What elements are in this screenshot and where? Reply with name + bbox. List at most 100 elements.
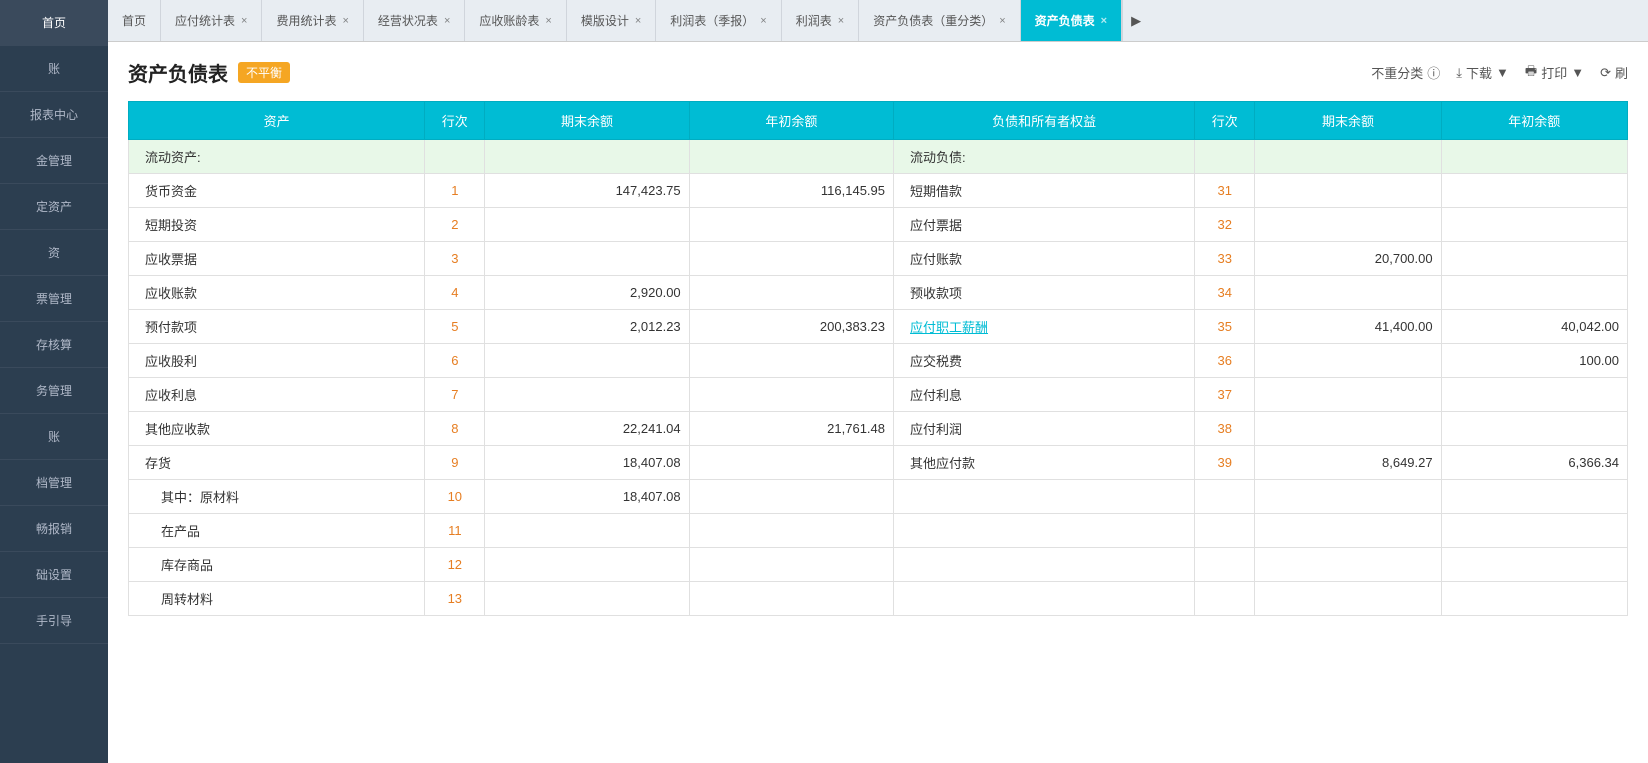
sidebar-item-fixed-assets[interactable]: 定资产	[0, 184, 108, 230]
cell-end-balance: 2,920.00	[485, 276, 689, 310]
cell-end-balance2	[1255, 344, 1441, 378]
cell-liability-name	[894, 514, 1195, 548]
refresh-icon: ⟳	[1600, 65, 1611, 81]
cell-end-balance: 22,241.04	[485, 412, 689, 446]
cell-year-start: 116,145.95	[689, 174, 893, 208]
sidebar: 首页 账 报表中心 金管理 定资产 资 票管理 存核算 务管理 账 档管理 畅报…	[0, 0, 108, 763]
tab-profit-quarterly[interactable]: 利润表（季报） ×	[656, 0, 781, 42]
cell-year-start	[689, 548, 893, 582]
sidebar-item-file-mgmt[interactable]: 档管理	[0, 460, 108, 506]
close-icon[interactable]: ×	[545, 15, 551, 27]
sidebar-item-settings[interactable]: 础设置	[0, 552, 108, 598]
cell-row-num2: 32	[1195, 208, 1255, 242]
download-label: 下载	[1466, 63, 1492, 82]
cell-asset-name: 应收利息	[129, 378, 425, 412]
cell-asset-name: 在产品	[129, 514, 425, 548]
tab-profit[interactable]: 利润表 ×	[782, 0, 859, 42]
refresh-btn[interactable]: ⟳ 刷	[1600, 63, 1628, 82]
chevron-down-icon: ▼	[1496, 65, 1509, 80]
close-icon[interactable]: ×	[635, 15, 641, 27]
table-row: 流动资产: 流动负债:	[129, 140, 1628, 174]
tab-home[interactable]: 首页	[108, 0, 161, 42]
table-row: 应收股利 6 应交税费 36 100.00	[129, 344, 1628, 378]
sidebar-item-inventory[interactable]: 存核算	[0, 322, 108, 368]
sidebar-item-home[interactable]: 首页	[0, 0, 108, 46]
tab-balance-sheet[interactable]: 资产负债表 ×	[1021, 0, 1122, 42]
close-icon[interactable]: ×	[999, 15, 1005, 27]
unbalanced-badge: 不平衡	[238, 62, 290, 83]
cell-year-start	[689, 378, 893, 412]
cell-liability-name	[894, 480, 1195, 514]
sidebar-item-report-center[interactable]: 报表中心	[0, 92, 108, 138]
tab-expense-stats[interactable]: 费用统计表 ×	[262, 0, 363, 42]
cell-year-start	[689, 446, 893, 480]
cell-end-balance2	[1255, 480, 1441, 514]
sidebar-item-ticket-mgmt[interactable]: 票管理	[0, 276, 108, 322]
sidebar-item-expense[interactable]: 畅报销	[0, 506, 108, 552]
cell-liability-name: 应付职工薪酬	[894, 310, 1195, 344]
cell-year-start	[689, 344, 893, 378]
cell-row-num: 3	[425, 242, 485, 276]
sidebar-item-account[interactable]: 账	[0, 46, 108, 92]
cell-end-balance	[485, 514, 689, 548]
refresh-label: 刷	[1615, 63, 1628, 82]
cell-asset-name: 预付款项	[129, 310, 425, 344]
section-left: 流动资产:	[129, 140, 425, 174]
tab-operation-status[interactable]: 经营状况表 ×	[364, 0, 465, 42]
cell-end-balance: 2,012.23	[485, 310, 689, 344]
cell-end-balance	[485, 344, 689, 378]
cell-asset-name: 其中：原材料	[129, 480, 425, 514]
close-icon[interactable]: ×	[760, 15, 766, 27]
close-icon[interactable]: ×	[444, 15, 450, 27]
print-btn[interactable]: 🖶 打印 ▼	[1525, 62, 1584, 84]
sidebar-item-investment[interactable]: 资	[0, 230, 108, 276]
cell-asset-name: 短期投资	[129, 208, 425, 242]
cell-end-balance	[485, 242, 689, 276]
download-btn[interactable]: ⤓ 下载 ▼	[1456, 63, 1509, 82]
tab-payable-stats[interactable]: 应付统计表 ×	[161, 0, 262, 42]
cell-end-balance	[485, 582, 689, 616]
cell-year-start2	[1441, 208, 1627, 242]
section-end-left	[485, 140, 689, 174]
cell-end-balance2	[1255, 548, 1441, 582]
cell-asset-name: 应收股利	[129, 344, 425, 378]
cell-liability-name: 预收款项	[894, 276, 1195, 310]
cell-row-num: 8	[425, 412, 485, 446]
table-row: 应收账款 4 2,920.00 预收款项 34	[129, 276, 1628, 310]
col-year-start: 年初余额	[689, 102, 893, 140]
cell-liability-name: 应交税费	[894, 344, 1195, 378]
close-icon[interactable]: ×	[342, 15, 348, 27]
sidebar-item-guide[interactable]: 手引导	[0, 598, 108, 644]
cell-year-start: 21,761.48	[689, 412, 893, 446]
close-icon[interactable]: ×	[838, 15, 844, 27]
close-icon[interactable]: ×	[241, 15, 247, 27]
col-row-num: 行次	[425, 102, 485, 140]
classify-btn[interactable]: 不重分类 ⓘ	[1371, 63, 1440, 82]
cell-row-num: 13	[425, 582, 485, 616]
cell-year-start2: 6,366.34	[1441, 446, 1627, 480]
tab-template-design[interactable]: 模版设计 ×	[567, 0, 656, 42]
cell-end-balance	[485, 548, 689, 582]
tab-scroll-right[interactable]: ▶	[1122, 0, 1149, 42]
sidebar-item-business-mgmt[interactable]: 务管理	[0, 368, 108, 414]
cell-year-start2	[1441, 412, 1627, 446]
title-area: 资产负债表 不平衡	[128, 58, 290, 87]
section-end-right	[1255, 140, 1441, 174]
cell-year-start2	[1441, 174, 1627, 208]
cell-row-num2: 35	[1195, 310, 1255, 344]
table-row: 应收利息 7 应付利息 37	[129, 378, 1628, 412]
sidebar-item-fund-mgmt[interactable]: 金管理	[0, 138, 108, 184]
cell-row-num2	[1195, 480, 1255, 514]
cell-liability-name: 应付利息	[894, 378, 1195, 412]
tab-bar: 首页 应付统计表 × 费用统计表 × 经营状况表 × 应收账龄表 × 模版设计 …	[108, 0, 1648, 42]
cell-row-num: 1	[425, 174, 485, 208]
main-area: 首页 应付统计表 × 费用统计表 × 经营状况表 × 应收账龄表 × 模版设计 …	[108, 0, 1648, 763]
table-row: 其他应收款 8 22,241.04 21,761.48 应付利润 38	[129, 412, 1628, 446]
cell-year-start2	[1441, 242, 1627, 276]
tab-balance-reclassified[interactable]: 资产负债表（重分类） ×	[859, 0, 1020, 42]
cell-asset-name: 周转材料	[129, 582, 425, 616]
sidebar-item-ledger[interactable]: 账	[0, 414, 108, 460]
cell-year-start	[689, 276, 893, 310]
tab-receivable-aging[interactable]: 应收账龄表 ×	[465, 0, 566, 42]
close-icon[interactable]: ×	[1101, 15, 1107, 27]
